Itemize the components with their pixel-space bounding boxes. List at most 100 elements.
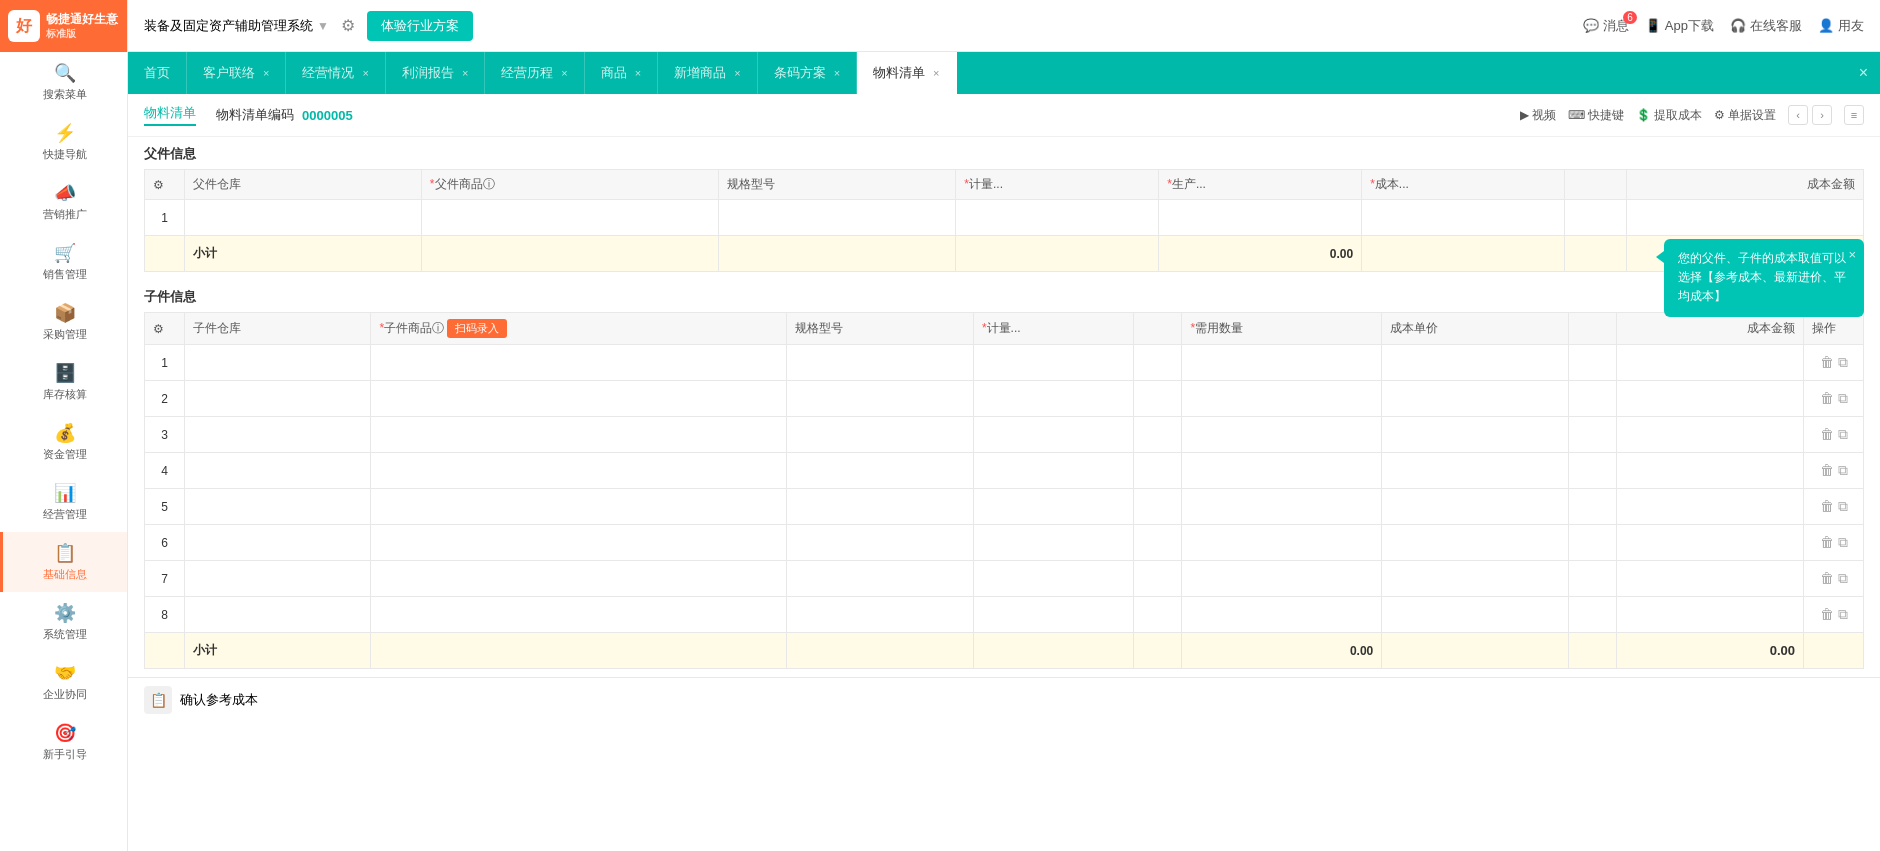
shortcut-btn[interactable]: ⌨ 快捷键 — [1568, 107, 1624, 124]
child-cell-quantity-1[interactable] — [1182, 345, 1382, 381]
child-cell-spec-5[interactable] — [787, 489, 973, 525]
copy-icon-3[interactable]: ⧉ — [1838, 426, 1848, 443]
child-cell-product-5[interactable] — [371, 489, 787, 525]
tooltip-close-btn[interactable]: × — [1848, 245, 1856, 266]
child-cell-unit-2[interactable] — [973, 381, 1133, 417]
child-cell-spec-1[interactable] — [787, 345, 973, 381]
bottom-icon-btn[interactable]: 📋 — [144, 686, 172, 714]
next-btn[interactable]: › — [1812, 105, 1832, 125]
child-cell-quantity-4[interactable] — [1182, 453, 1382, 489]
child-cell-product-1[interactable] — [371, 345, 787, 381]
tab-profit-close-icon[interactable]: × — [462, 67, 468, 79]
child-cell-product-8[interactable] — [371, 597, 787, 633]
user-menu[interactable]: 👤 用友 — [1818, 17, 1864, 35]
child-cell-unit-cost-6[interactable] — [1382, 525, 1568, 561]
copy-icon-5[interactable]: ⧉ — [1838, 498, 1848, 515]
child-cell-warehouse-4[interactable] — [185, 453, 371, 489]
copy-icon-7[interactable]: ⧉ — [1838, 570, 1848, 587]
tab-profit[interactable]: 利润报告 × — [386, 52, 485, 94]
system-title-selector[interactable]: 装备及固定资产辅助管理系统 ▼ — [144, 17, 329, 35]
child-cell-warehouse-8[interactable] — [185, 597, 371, 633]
sidebar-item-enterprise[interactable]: 🤝 企业协同 — [0, 652, 127, 712]
child-cell-unit-5[interactable] — [973, 489, 1133, 525]
child-cell-unit-cost-5[interactable] — [1382, 489, 1568, 525]
parent-cell-cost[interactable] — [1362, 200, 1565, 236]
child-cell-warehouse-6[interactable] — [185, 525, 371, 561]
sidebar-item-basic-info[interactable]: 📋 基础信息 — [0, 532, 127, 592]
view-video-btn[interactable]: ▶ 视频 — [1520, 107, 1556, 124]
parent-cell-product[interactable] — [421, 200, 719, 236]
child-cell-unit-cost-8[interactable] — [1382, 597, 1568, 633]
sidebar-item-inventory[interactable]: 🗄️ 库存核算 — [0, 352, 127, 412]
child-cell-unit-3[interactable] — [973, 417, 1133, 453]
child-cell-warehouse-7[interactable] — [185, 561, 371, 597]
tab-history[interactable]: 经营历程 × — [485, 52, 584, 94]
trial-btn[interactable]: 体验行业方案 — [367, 11, 473, 41]
tab-goods-close-icon[interactable]: × — [635, 67, 641, 79]
sidebar-item-marketing[interactable]: 📣 营销推广 — [0, 172, 127, 232]
tab-barcode[interactable]: 条码方案 × — [758, 52, 857, 94]
parent-cell-production[interactable] — [1159, 200, 1362, 236]
child-cell-warehouse-1[interactable] — [185, 345, 371, 381]
sidebar-item-purchase[interactable]: 📦 采购管理 — [0, 292, 127, 352]
parent-cell-unit[interactable] — [956, 200, 1159, 236]
child-cell-product-7[interactable] — [371, 561, 787, 597]
delete-icon-7[interactable]: 🗑 — [1820, 570, 1834, 587]
tab-bom[interactable]: 物料清单 × — [857, 52, 956, 94]
tab-history-close-icon[interactable]: × — [561, 67, 567, 79]
parent-cell-spec[interactable] — [719, 200, 956, 236]
child-cell-spec-7[interactable] — [787, 561, 973, 597]
copy-icon-2[interactable]: ⧉ — [1838, 390, 1848, 407]
delete-icon-8[interactable]: 🗑 — [1820, 606, 1834, 623]
child-cell-product-2[interactable] — [371, 381, 787, 417]
sidebar-item-guide[interactable]: 🎯 新手引导 — [0, 712, 127, 772]
settings-gear-icon[interactable]: ⚙ — [341, 16, 355, 35]
sidebar-item-system[interactable]: ⚙️ 系统管理 — [0, 592, 127, 652]
sidebar-item-quick-nav[interactable]: ⚡ 快捷导航 — [0, 112, 127, 172]
child-cell-quantity-8[interactable] — [1182, 597, 1382, 633]
child-cell-unit-6[interactable] — [973, 525, 1133, 561]
sub-tab-bom[interactable]: 物料清单 — [144, 104, 196, 126]
sidebar-item-finance[interactable]: 💰 资金管理 — [0, 412, 127, 472]
delete-icon-6[interactable]: 🗑 — [1820, 534, 1834, 551]
child-cell-warehouse-3[interactable] — [185, 417, 371, 453]
child-cell-unit-cost-7[interactable] — [1382, 561, 1568, 597]
extract-cost-btn[interactable]: 💲 提取成本 — [1636, 107, 1702, 124]
child-cell-spec-4[interactable] — [787, 453, 973, 489]
child-cell-spec-2[interactable] — [787, 381, 973, 417]
delete-icon-4[interactable]: 🗑 — [1820, 462, 1834, 479]
menu-btn[interactable]: ≡ — [1844, 105, 1864, 125]
child-cell-quantity-5[interactable] — [1182, 489, 1382, 525]
tab-close-all-btn[interactable]: × — [1847, 64, 1880, 82]
delete-icon-3[interactable]: 🗑 — [1820, 426, 1834, 443]
online-service-btn[interactable]: 🎧 在线客服 — [1730, 17, 1802, 35]
tab-operations[interactable]: 经营情况 × — [286, 52, 385, 94]
child-cell-spec-3[interactable] — [787, 417, 973, 453]
sidebar-item-search[interactable]: 🔍 搜索菜单 — [0, 52, 127, 112]
tab-bom-close-icon[interactable]: × — [933, 67, 939, 79]
tab-barcode-close-icon[interactable]: × — [834, 67, 840, 79]
child-cell-unit-7[interactable] — [973, 561, 1133, 597]
child-cell-unit-cost-1[interactable] — [1382, 345, 1568, 381]
child-cell-product-6[interactable] — [371, 525, 787, 561]
prev-btn[interactable]: ‹ — [1788, 105, 1808, 125]
child-cell-quantity-7[interactable] — [1182, 561, 1382, 597]
tab-new-goods-close-icon[interactable]: × — [734, 67, 740, 79]
child-cell-unit-8[interactable] — [973, 597, 1133, 633]
copy-icon-8[interactable]: ⧉ — [1838, 606, 1848, 623]
child-cell-product-4[interactable] — [371, 453, 787, 489]
copy-icon-4[interactable]: ⧉ — [1838, 462, 1848, 479]
app-download-btn[interactable]: 📱 App下载 — [1645, 17, 1714, 35]
tab-customer-close-icon[interactable]: × — [263, 67, 269, 79]
delete-icon-1[interactable]: 🗑 — [1820, 354, 1834, 371]
tab-goods[interactable]: 商品 × — [585, 52, 658, 94]
child-cell-unit-cost-2[interactable] — [1382, 381, 1568, 417]
child-cell-warehouse-5[interactable] — [185, 489, 371, 525]
child-cell-quantity-6[interactable] — [1182, 525, 1382, 561]
message-btn[interactable]: 💬 消息 6 — [1583, 17, 1629, 35]
child-cell-spec-8[interactable] — [787, 597, 973, 633]
tab-new-goods[interactable]: 新增商品 × — [658, 52, 757, 94]
single-settings-btn[interactable]: ⚙ 单据设置 — [1714, 107, 1776, 124]
tab-customer[interactable]: 客户联络 × — [187, 52, 286, 94]
delete-icon-5[interactable]: 🗑 — [1820, 498, 1834, 515]
